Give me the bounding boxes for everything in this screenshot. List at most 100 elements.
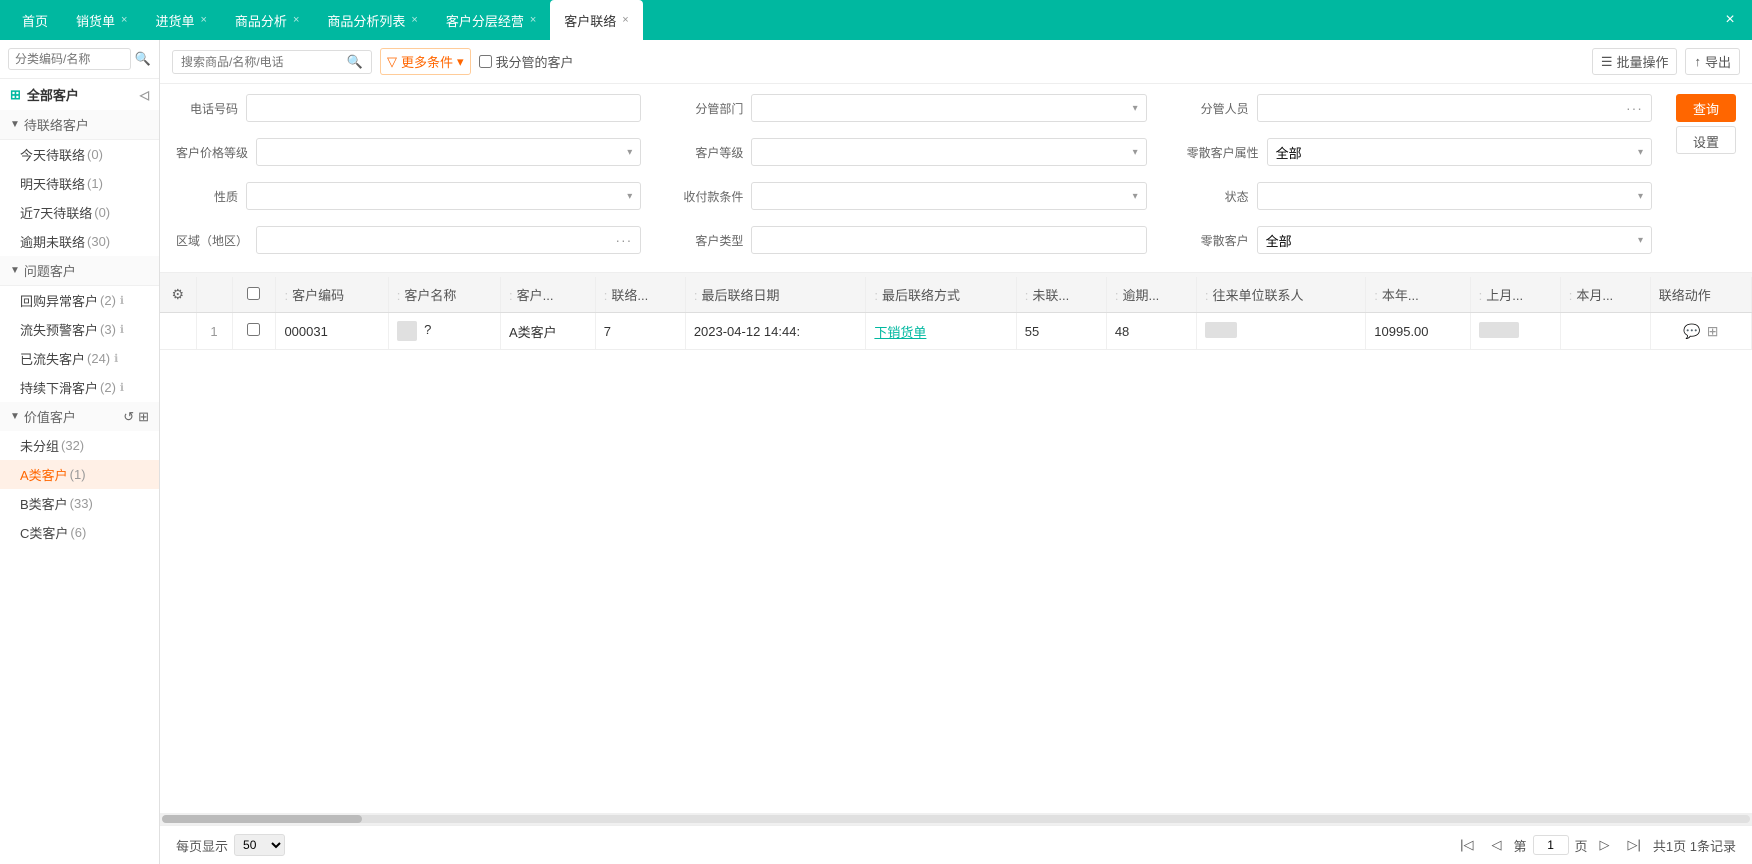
table-area: ⚙ :客户编码 :客户名称 :客户... — [160, 277, 1752, 813]
region-select[interactable]: ··· — [256, 226, 641, 254]
chevron-down-icon: ▾ — [457, 54, 464, 70]
gear-icon[interactable]: ⚙ — [171, 286, 184, 302]
info-icon: ℹ — [120, 381, 124, 394]
sidebar-search-icon[interactable]: 🔍 — [135, 51, 151, 67]
column-this-year: :本年... — [1366, 277, 1470, 313]
chevron-down-icon: ▾ — [1638, 147, 1643, 158]
customer-table: ⚙ :客户编码 :客户名称 :客户... — [160, 277, 1752, 350]
nav-sales-order-close[interactable]: × — [121, 14, 127, 26]
top-navigation: 首页 销货单 × 进货单 × 商品分析 × 商品分析列表 × 客户分层经营 × … — [0, 0, 1752, 40]
more-filters-button[interactable]: ▽ 更多条件 ▾ — [380, 48, 471, 75]
nav-product-analysis[interactable]: 商品分析 × — [221, 0, 313, 40]
last-method-link[interactable]: 下销货单 — [874, 325, 926, 340]
nav-product-analysis-list-close[interactable]: × — [411, 14, 417, 26]
window-close-button[interactable]: × — [1716, 6, 1744, 34]
scrollbar-track — [162, 815, 1750, 823]
sidebar-item-a-class[interactable]: A类客户(1) — [0, 460, 159, 489]
sidebar-group-problem-customers[interactable]: ▼ 问题客户 — [0, 256, 159, 286]
filter-department: 分管部门 ▾ — [681, 94, 1146, 122]
retail-attr-select[interactable]: 全部 ▾ — [1267, 138, 1652, 166]
nav-product-analysis-close[interactable]: × — [293, 14, 299, 26]
payment-terms-select[interactable]: ▾ — [751, 182, 1146, 210]
column-settings[interactable]: ⚙ — [160, 277, 196, 313]
my-customers-checkbox[interactable] — [479, 55, 492, 68]
sidebar-item-declining[interactable]: 持续下滑客户(2) ℹ — [0, 373, 159, 402]
filter-icon: ▽ — [387, 54, 397, 70]
price-level-select[interactable]: ▾ — [256, 138, 641, 166]
row-liaison — [1196, 313, 1365, 350]
chevron-down-icon: ▾ — [627, 147, 632, 158]
filter-nature: 性质 ▾ — [176, 182, 641, 210]
export-button[interactable]: ↑ 导出 — [1685, 48, 1740, 75]
sidebar-item-c-class[interactable]: C类客户(6) — [0, 518, 159, 547]
filter-status: 状态 ▾ — [1187, 182, 1652, 210]
select-all-checkbox[interactable] — [247, 287, 260, 300]
sidebar-collapse-button[interactable]: ◁ — [140, 88, 149, 102]
filter-row-1: 电话号码 分管部门 ▾ 分管人员 — [176, 94, 1652, 122]
filter-row-3: 性质 ▾ 收付款条件 ▾ — [176, 182, 1652, 210]
phone-input[interactable] — [246, 94, 641, 122]
row-overdue: 48 — [1106, 313, 1196, 350]
status-select[interactable]: ▾ — [1257, 182, 1652, 210]
sidebar-item-tomorrow-contact[interactable]: 明天待联络(1) — [0, 169, 159, 198]
column-customer-code: :客户编码 — [276, 277, 388, 313]
filter-price-level: 客户价格等级 ▾ — [176, 138, 641, 166]
refresh-icon[interactable]: ↺ — [123, 409, 134, 425]
search-icon[interactable]: 🔍 — [347, 54, 363, 70]
per-page-select[interactable]: 50 100 200 — [234, 834, 285, 856]
batch-operations-button[interactable]: ☰ 批量操作 — [1592, 48, 1678, 75]
nav-customer-contact[interactable]: 客户联络 × — [550, 0, 642, 40]
batch-icon: ☰ — [1601, 54, 1613, 70]
sidebar-item-b-class[interactable]: B类客户(33) — [0, 489, 159, 518]
filter-area: 电话号码 分管部门 ▾ 分管人员 — [160, 84, 1752, 273]
sidebar-search-area: 🔍 — [0, 40, 159, 79]
sidebar-item-repurchase-anomaly[interactable]: 回购异常客户(2) ℹ — [0, 286, 159, 315]
first-page-button[interactable]: |◁ — [1454, 835, 1479, 855]
chat-icon[interactable]: 💬 — [1683, 323, 1700, 340]
info-icon: ℹ — [120, 323, 124, 336]
setting-button[interactable]: 设置 — [1676, 126, 1736, 154]
column-actions: 联络动作 — [1650, 277, 1751, 313]
next-page-button[interactable]: ▷ — [1594, 835, 1616, 855]
department-select[interactable]: ▾ — [751, 94, 1146, 122]
liaison-placeholder — [1205, 322, 1237, 338]
search-input[interactable] — [181, 55, 343, 69]
prev-page-button[interactable]: ◁ — [1486, 835, 1508, 855]
more-action-icon[interactable]: ⊞ — [1707, 323, 1719, 340]
sidebar-item-today-contact[interactable]: 今天待联络(0) — [0, 140, 159, 169]
search-button[interactable]: 查询 — [1676, 94, 1736, 122]
sidebar-item-churned[interactable]: 已流失客户(24) ℹ — [0, 344, 159, 373]
sidebar-search-input[interactable] — [8, 48, 131, 70]
sidebar-item-unclassified[interactable]: 未分组(32) — [0, 431, 159, 460]
nav-purchase-order-close[interactable]: × — [200, 14, 206, 26]
horizontal-scrollbar[interactable] — [160, 813, 1752, 825]
scrollbar-thumb[interactable] — [162, 815, 362, 823]
sidebar-group-pending-contact[interactable]: ▼ 待联络客户 — [0, 110, 159, 140]
sidebar-group-value-customers[interactable]: ▼ 价值客户 ↺ ⊞ — [0, 402, 159, 431]
column-uncontacted: :未联... — [1016, 277, 1106, 313]
nav-customer-segment-close[interactable]: × — [530, 14, 536, 26]
page-number-input[interactable] — [1533, 835, 1569, 855]
arrow-icon: ▼ — [10, 265, 20, 276]
nav-product-analysis-list[interactable]: 商品分析列表 × — [313, 0, 431, 40]
customer-type-input[interactable] — [751, 226, 1146, 254]
nav-customer-contact-close[interactable]: × — [622, 14, 628, 26]
retail-customer-select[interactable]: 全部 ▾ — [1257, 226, 1652, 254]
info-icon: ℹ — [120, 294, 124, 307]
nature-select[interactable]: ▾ — [246, 182, 641, 210]
sidebar-item-overdue-contact[interactable]: 逾期未联络(30) — [0, 227, 159, 256]
sidebar-item-churn-warning[interactable]: 流失预警客户(3) ℹ — [0, 315, 159, 344]
sidebar-all-customers[interactable]: ⊞ 全部客户 ◁ — [0, 79, 159, 110]
nav-sales-order[interactable]: 销货单 × — [62, 0, 141, 40]
nav-customer-segment[interactable]: 客户分层经营 × — [432, 0, 550, 40]
last-page-button[interactable]: ▷| — [1622, 835, 1647, 855]
main-layout: 🔍 ⊞ 全部客户 ◁ ▼ 待联络客户 今天待联络(0) 明天待联络(1) 近7天… — [0, 40, 1752, 864]
nav-home[interactable]: 首页 — [8, 0, 62, 40]
add-icon[interactable]: ⊞ — [138, 409, 149, 425]
sidebar-item-7days-contact[interactable]: 近7天待联络(0) — [0, 198, 159, 227]
row-contact-count: 7 — [595, 313, 685, 350]
row-checkbox[interactable] — [247, 323, 260, 336]
customer-level-select[interactable]: ▾ — [751, 138, 1146, 166]
nav-purchase-order[interactable]: 进货单 × — [141, 0, 220, 40]
person-select[interactable]: ··· — [1257, 94, 1652, 122]
